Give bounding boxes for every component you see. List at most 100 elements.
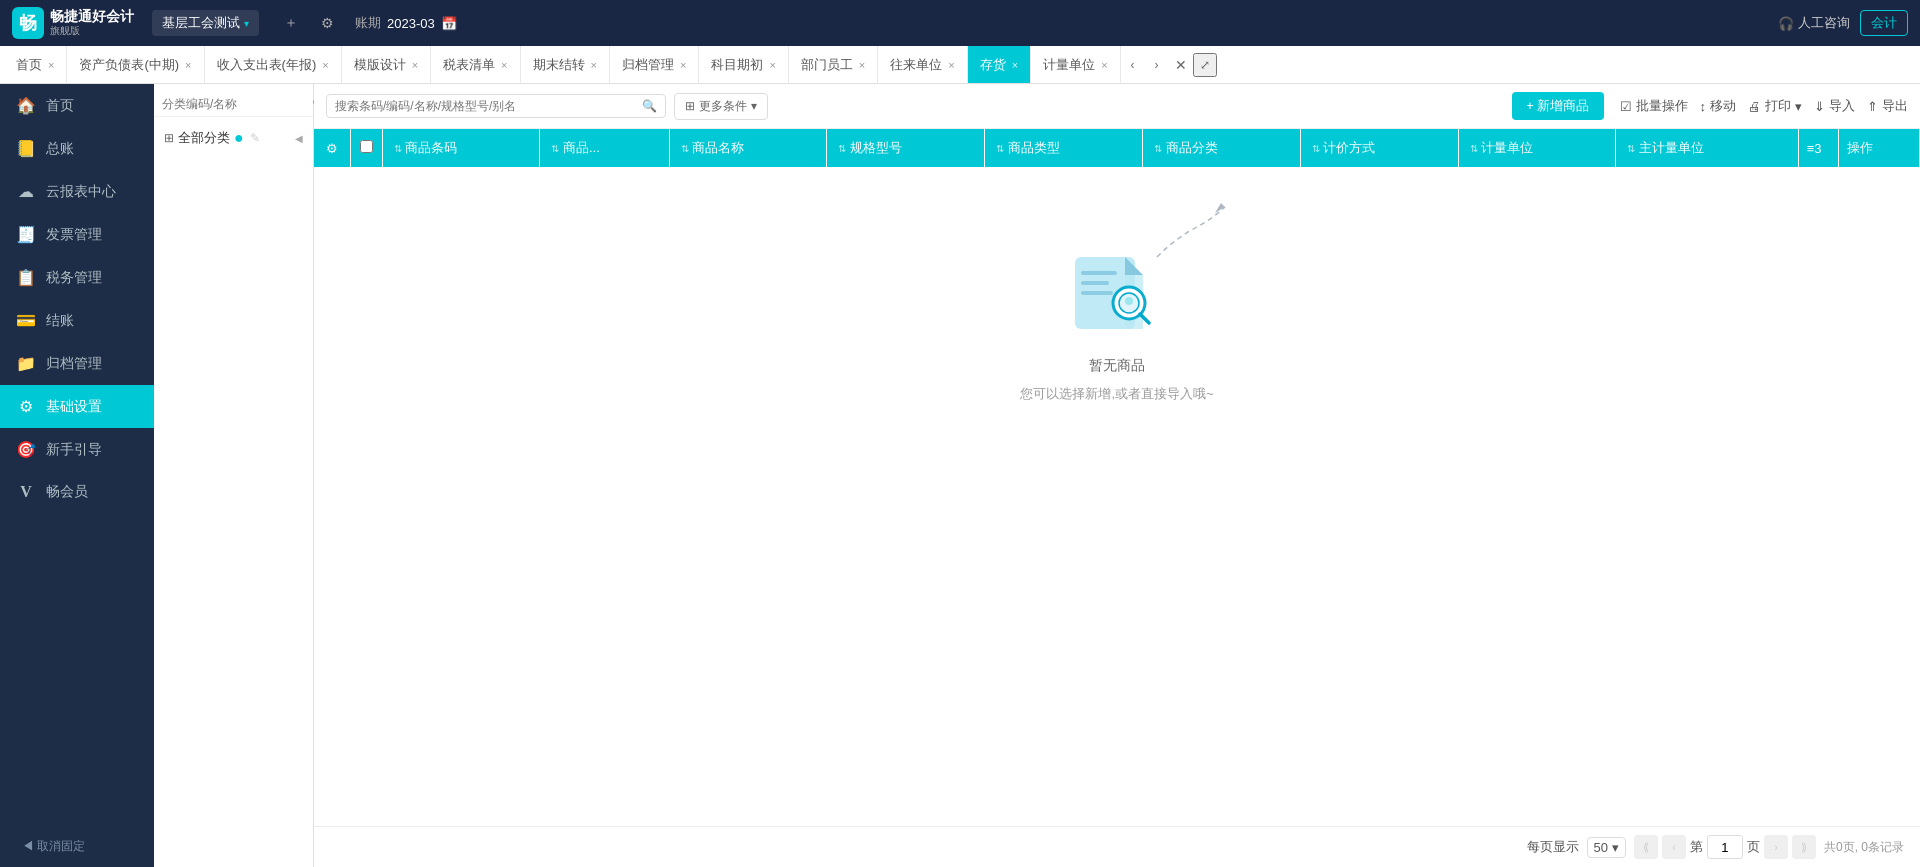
- edit-icon[interactable]: ✎: [250, 131, 260, 145]
- th-price-method: ⇅ 计价方式: [1300, 129, 1458, 167]
- tab-close-icon[interactable]: ×: [412, 59, 418, 71]
- tab-period-carry[interactable]: 期末结转 ×: [521, 46, 610, 84]
- archive-icon: 📁: [16, 354, 36, 373]
- th-sort-icon[interactable]: ⇅: [1312, 143, 1320, 154]
- sidebar-item-home[interactable]: 🏠 首页: [0, 84, 154, 127]
- th-col3[interactable]: ≡3: [1798, 129, 1838, 167]
- sidebar: 🏠 首页 📒 总账 ☁ 云报表中心 🧾 发票管理 📋 税务管理 💳 结账 📁 归…: [0, 84, 154, 867]
- sidebar-item-label: 发票管理: [46, 226, 102, 244]
- sidebar-item-archive[interactable]: 📁 归档管理: [0, 342, 154, 385]
- sidebar-item-close-period[interactable]: 💳 结账: [0, 299, 154, 342]
- tab-label: 收入支出表(年报): [217, 56, 317, 74]
- th-sort-icon[interactable]: ⇅: [551, 143, 559, 154]
- sidebar-item-tax[interactable]: 📋 税务管理: [0, 256, 154, 299]
- tab-close-icon[interactable]: ×: [859, 59, 865, 71]
- table-container: ⚙ ⇅ 商品条码 ⇅ 商品...: [314, 129, 1920, 826]
- calendar-icon[interactable]: 📅: [441, 16, 457, 31]
- th-settings[interactable]: ⚙: [314, 129, 350, 167]
- last-page-button[interactable]: ⟫: [1792, 835, 1816, 859]
- select-all-checkbox[interactable]: [360, 140, 373, 153]
- search-icon[interactable]: 🔍: [642, 99, 657, 113]
- tab-close-icon[interactable]: ×: [591, 59, 597, 71]
- per-page-select[interactable]: 50 ▾: [1587, 837, 1626, 858]
- th-sort-icon[interactable]: ⇅: [838, 143, 846, 154]
- unpin-label: ◀ 取消固定: [22, 838, 85, 855]
- sidebar-unpin-button[interactable]: ◀ 取消固定: [0, 826, 154, 867]
- tab-label: 归档管理: [622, 56, 674, 74]
- tab-close-icon[interactable]: ×: [1101, 59, 1107, 71]
- import-button[interactable]: ⇓ 导入: [1814, 97, 1855, 115]
- th-sort-icon[interactable]: ⇅: [681, 143, 689, 154]
- page-number-input[interactable]: [1707, 835, 1743, 859]
- tab-subject-init[interactable]: 科目期初 ×: [699, 46, 788, 84]
- category-all-item[interactable]: ⊞ 全部分类 ● ✎ ◀: [154, 123, 313, 153]
- tab-unit[interactable]: 计量单位 ×: [1031, 46, 1120, 84]
- tab-close-all-button[interactable]: ✕: [1169, 53, 1193, 77]
- company-selector[interactable]: 基层工会测试 ▾: [152, 10, 259, 36]
- move-button[interactable]: ↕ 移动: [1700, 97, 1737, 115]
- active-indicator: ●: [234, 129, 244, 147]
- content-area: 🔍 ⊞ 全部分类 ● ✎ ◀ 🔍: [154, 84, 1920, 867]
- tab-dept-staff[interactable]: 部门员工 ×: [789, 46, 878, 84]
- category-search-input[interactable]: [162, 97, 312, 111]
- product-table: ⚙ ⇅ 商品条码 ⇅ 商品...: [314, 129, 1920, 167]
- tab-inventory[interactable]: 存货 ×: [968, 46, 1031, 84]
- tab-close-icon[interactable]: ×: [501, 59, 507, 71]
- tab-next-button[interactable]: ›: [1145, 53, 1169, 77]
- sidebar-item-label: 结账: [46, 312, 74, 330]
- prev-page-button[interactable]: ‹: [1662, 835, 1686, 859]
- th-sort-icon[interactable]: ⇅: [1154, 143, 1162, 154]
- sidebar-item-member[interactable]: V 畅会员: [0, 471, 154, 513]
- tab-balance-sheet[interactable]: 资产负债表(中期) ×: [67, 46, 204, 84]
- add-product-button[interactable]: + 新增商品: [1512, 92, 1603, 120]
- tab-archive-mgmt[interactable]: 归档管理 ×: [610, 46, 699, 84]
- tab-counterparty[interactable]: 往来单位 ×: [878, 46, 967, 84]
- th-sort-icon[interactable]: ⇅: [996, 143, 1004, 154]
- batch-operate-button[interactable]: ☑ 批量操作: [1620, 97, 1688, 115]
- empty-subtitle: 您可以选择新增,或者直接导入哦~: [1020, 385, 1213, 403]
- th-type: ⇅ 商品类型: [985, 129, 1143, 167]
- tab-tax-list[interactable]: 税表清单 ×: [431, 46, 520, 84]
- import-label: 导入: [1829, 97, 1855, 115]
- header-actions: ＋ ⚙: [277, 9, 341, 37]
- sidebar-item-invoice[interactable]: 🧾 发票管理: [0, 213, 154, 256]
- tab-template-design[interactable]: 模版设计 ×: [342, 46, 431, 84]
- sidebar-item-label: 云报表中心: [46, 183, 116, 201]
- tab-expand-button[interactable]: ⤢: [1193, 53, 1217, 77]
- th-sort-icon[interactable]: ⇅: [394, 143, 402, 154]
- next-page-button[interactable]: ›: [1764, 835, 1788, 859]
- add-tab-button[interactable]: ＋: [277, 9, 305, 37]
- sidebar-item-ledger[interactable]: 📒 总账: [0, 127, 154, 170]
- tab-income-statement[interactable]: 收入支出表(年报) ×: [205, 46, 342, 84]
- top-header: 畅 畅捷通好会计 旗舰版 基层工会测试 ▾ ＋ ⚙ 账期 2023-03 📅 🎧…: [0, 0, 1920, 46]
- collapse-icon[interactable]: ◀: [295, 133, 303, 144]
- tab-close-icon[interactable]: ×: [1012, 59, 1018, 71]
- close-period-icon: 💳: [16, 311, 36, 330]
- tab-home[interactable]: 首页 ×: [4, 46, 67, 84]
- home-icon: 🏠: [16, 96, 36, 115]
- tab-label: 首页: [16, 56, 42, 74]
- first-page-button[interactable]: ⟪: [1634, 835, 1658, 859]
- tab-prev-button[interactable]: ‹: [1121, 53, 1145, 77]
- filter-icon: ⊞: [685, 99, 695, 113]
- th-sort-icon[interactable]: ⇅: [1627, 143, 1635, 154]
- print-button[interactable]: 🖨 打印 ▾: [1748, 97, 1802, 115]
- th-sort-icon[interactable]: ⇅: [1470, 143, 1478, 154]
- sidebar-item-guide[interactable]: 🎯 新手引导: [0, 428, 154, 471]
- more-filter-button[interactable]: ⊞ 更多条件 ▾: [674, 93, 768, 120]
- tab-close-icon[interactable]: ×: [322, 59, 328, 71]
- product-search-input[interactable]: [335, 99, 638, 113]
- tab-close-icon[interactable]: ×: [680, 59, 686, 71]
- tab-close-icon[interactable]: ×: [48, 59, 54, 71]
- logo-icon: 畅: [12, 7, 44, 39]
- consultation-button[interactable]: 🎧 人工咨询: [1778, 14, 1850, 32]
- th-checkbox[interactable]: [350, 129, 382, 167]
- settings-button[interactable]: ⚙: [313, 9, 341, 37]
- user-badge[interactable]: 会计: [1860, 10, 1908, 36]
- tab-close-icon[interactable]: ×: [185, 59, 191, 71]
- tab-close-icon[interactable]: ×: [948, 59, 954, 71]
- sidebar-item-basic-settings[interactable]: ⚙ 基础设置: [0, 385, 154, 428]
- tab-close-icon[interactable]: ×: [769, 59, 775, 71]
- export-button[interactable]: ⇑ 导出: [1867, 97, 1908, 115]
- sidebar-item-reports[interactable]: ☁ 云报表中心: [0, 170, 154, 213]
